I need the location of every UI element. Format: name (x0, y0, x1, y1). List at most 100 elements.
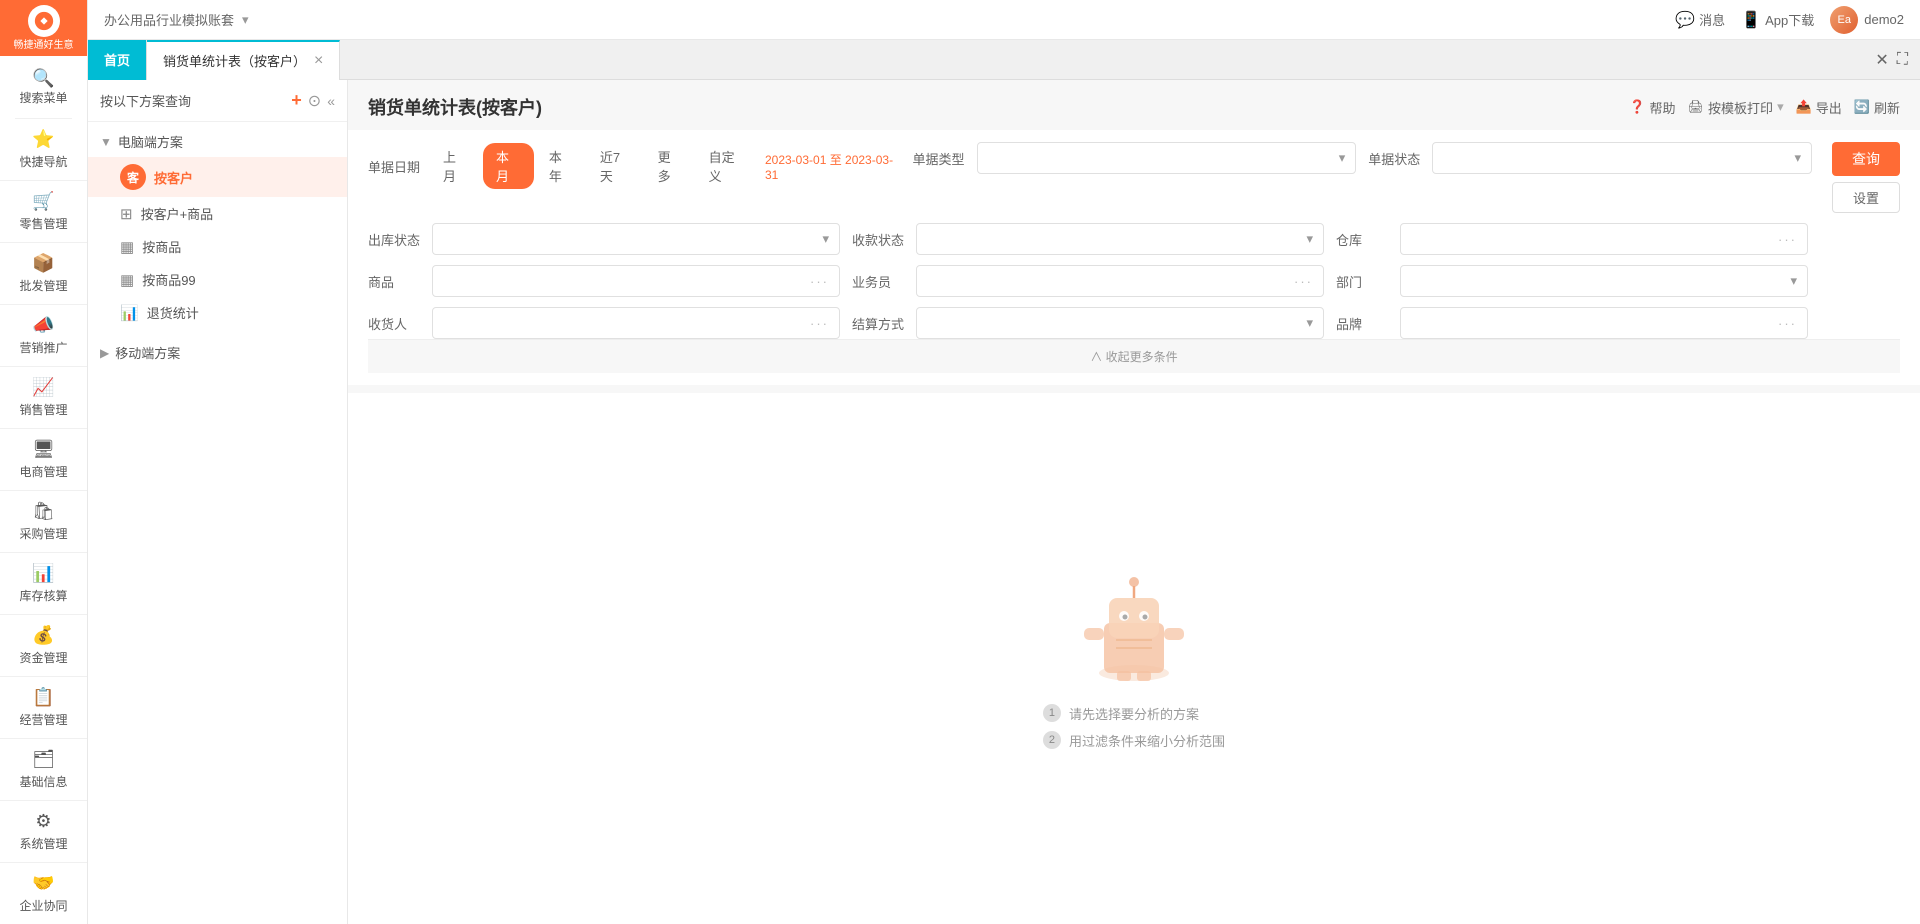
tab-close-all-icon[interactable]: ✕ (1875, 50, 1888, 70)
salesperson-label: 业务员 (852, 272, 908, 291)
doc-status-select[interactable]: ▾ (1432, 142, 1812, 174)
left-panel-header: 按以下方案查询 + ⊙ « (88, 80, 347, 122)
tip-1-number: 1 (1043, 704, 1061, 722)
salesperson-select[interactable]: ··· (916, 265, 1324, 297)
print-button[interactable]: 🖨 按模板打印 ▾ (1688, 98, 1784, 117)
date-btn-this-year[interactable]: 本年 (538, 142, 585, 190)
tab-sales-stat[interactable]: 销货单统计表（按客户） × (147, 40, 340, 80)
tip-2-number: 2 (1043, 731, 1061, 749)
help-button[interactable]: ❓ 帮助 (1629, 98, 1675, 117)
export-button[interactable]: 📤 导出 (1796, 98, 1842, 117)
filter-actions: 查询 设置 (1832, 142, 1900, 213)
date-range-display: 2023-03-01 至 2023-03-31 (765, 151, 901, 182)
tree-section-desktop: ▼ 电脑端方案 客 按客户 ⊞ 按客户+商品 ▦ 按商品 ▦ 按商品99 (88, 122, 347, 333)
settle-method-label: 结算方式 (852, 314, 908, 333)
print-icon: 🖨 (1688, 99, 1705, 115)
help-label: 帮助 (1650, 98, 1676, 117)
settle-method-select[interactable]: ▾ (916, 307, 1324, 339)
tree-group-mobile[interactable]: ▶ 移动端方案 (88, 337, 347, 368)
sidebar-item-basic[interactable]: 🗂 基础信息 (0, 739, 88, 801)
tab-close-icon[interactable]: × (314, 53, 323, 69)
dept-select[interactable]: ▾ (1400, 265, 1808, 297)
doc-type-arrow: ▾ (1339, 150, 1346, 166)
date-btn-custom[interactable]: 自定义 (698, 142, 757, 190)
collapse-label: 收起更多条件 (1106, 350, 1178, 364)
message-label: 消息 (1699, 10, 1725, 29)
doc-type-select[interactable]: ▾ (977, 142, 1357, 174)
query-button[interactable]: 查询 (1832, 142, 1900, 176)
tree-item-customer-goods[interactable]: ⊞ 按客户+商品 (88, 197, 347, 230)
receipt-status-select[interactable]: ▾ (916, 223, 1324, 255)
date-btn-7days[interactable]: 近7天 (589, 142, 643, 190)
content-area: 按以下方案查询 + ⊙ « ▼ 电脑端方案 客 按客户 ⊞ 按客户+商品 (88, 80, 1920, 924)
sidebar-item-marketing[interactable]: 📣 营销推广 (0, 305, 88, 367)
user-profile-button[interactable]: Ea demo2 (1830, 6, 1904, 34)
tree-item-customer-goods-icon: ⊞ (120, 205, 133, 223)
date-btn-this-month[interactable]: 本月 (483, 143, 534, 189)
left-panel-title: 按以下方案查询 (100, 91, 285, 110)
sidebar-item-inventory[interactable]: 📊 库存核算 (0, 553, 88, 615)
top-header: 办公用品行业模拟账套 ▾ 💬 消息 📱 App下载 Ea demo2 (88, 0, 1920, 40)
sidebar-item-system[interactable]: ⚙ 系统管理 (0, 801, 88, 863)
sidebar: 畅捷通好生意 🔍 搜索菜单 ⭐ 快捷导航 🛒 零售管理 📦 批发管理 📣 营销推… (0, 0, 88, 924)
receiver-select[interactable]: ··· (432, 307, 840, 339)
sidebar-item-corp[interactable]: 🤝 企业协同 (0, 863, 88, 924)
print-dropdown-icon: ▾ (1777, 99, 1784, 115)
tab-home[interactable]: 首页 (88, 40, 147, 80)
date-btn-last-month[interactable]: 上月 (432, 142, 479, 190)
sidebar-item-sales[interactable]: 📈 销售管理 (0, 367, 88, 429)
breadcrumb-dropdown-icon[interactable]: ▾ (242, 12, 249, 28)
tree-item-goods[interactable]: ▦ 按商品 (88, 230, 347, 263)
sidebar-item-retail[interactable]: 🛒 零售管理 (0, 181, 88, 243)
empty-tips: 1 请先选择要分析的方案 2 用过滤条件来缩小分析范围 (1043, 704, 1225, 750)
collapse-arrow: ∧ (1090, 350, 1102, 364)
goods-select[interactable]: ··· (432, 265, 840, 297)
dept-arrow: ▾ (1790, 273, 1797, 289)
user-name: demo2 (1864, 12, 1904, 27)
tree-group-desktop[interactable]: ▼ 电脑端方案 (88, 126, 347, 157)
message-button[interactable]: 💬 消息 (1675, 10, 1725, 30)
empty-illustration (1074, 568, 1194, 688)
warehouse-select[interactable]: ··· (1400, 223, 1808, 255)
sidebar-item-ecommerce[interactable]: 🖥 电商管理 (0, 429, 88, 491)
sidebar-item-search[interactable]: 🔍 搜索菜单 (15, 56, 71, 119)
refresh-button[interactable]: 🔄 刷新 (1854, 98, 1900, 117)
date-btn-more[interactable]: 更多 (647, 142, 694, 190)
collapse-panel-button[interactable]: « (327, 93, 335, 109)
settle-method-arrow: ▾ (1306, 315, 1313, 331)
sidebar-item-ops[interactable]: 📋 经营管理 (0, 677, 88, 739)
sidebar-item-purchase[interactable]: 🛍 采购管理 (0, 491, 88, 553)
tree-item-return-stat-label: 退货统计 (147, 303, 199, 322)
tree-item-return-stat[interactable]: 📊 退货统计 (88, 296, 347, 329)
receipt-status-label: 收款状态 (852, 230, 908, 249)
sidebar-item-wholesale[interactable]: 📦 批发管理 (0, 243, 88, 305)
settings-button[interactable]: 设置 (1832, 182, 1900, 213)
empty-state: 1 请先选择要分析的方案 2 用过滤条件来缩小分析范围 (348, 393, 1920, 924)
header-actions: 💬 消息 📱 App下载 Ea demo2 (1675, 6, 1904, 34)
collapse-bar[interactable]: ∧ 收起更多条件 (368, 339, 1900, 373)
add-scheme-button[interactable]: + (291, 90, 302, 111)
right-content: 销货单统计表(按客户) ❓ 帮助 🖨 按模板打印 ▾ 📤 导出 (348, 80, 1920, 924)
tree-item-customer[interactable]: 客 按客户 (88, 157, 347, 197)
tree-section-mobile: ▶ 移动端方案 (88, 333, 347, 372)
tree-item-goods99-label: 按商品99 (142, 270, 195, 289)
tree-item-goods99[interactable]: ▦ 按商品99 (88, 263, 347, 296)
tab-expand-icon[interactable]: ⛶ (1897, 51, 1908, 69)
sidebar-item-finance[interactable]: 💰 资金管理 (0, 615, 88, 677)
tree-item-customer-icon: 客 (120, 164, 146, 190)
sidebar-item-quicknav[interactable]: ⭐ 快捷导航 (0, 119, 88, 181)
page-header: 销货单统计表(按客户) ❓ 帮助 🖨 按模板打印 ▾ 📤 导出 (348, 80, 1920, 130)
out-status-select[interactable]: ▾ (432, 223, 840, 255)
warehouse-dots: ··· (1778, 232, 1797, 247)
out-status-label: 出库状态 (368, 230, 424, 249)
header-breadcrumb: 办公用品行业模拟账套 ▾ (104, 10, 249, 29)
settings-scheme-button[interactable]: ⊙ (308, 91, 321, 111)
print-label: 按模板打印 (1708, 98, 1773, 117)
tree-item-goods99-icon: ▦ (120, 271, 134, 289)
tab-home-label: 首页 (104, 50, 130, 69)
tree-item-return-stat-icon: 📊 (120, 304, 139, 322)
out-status-arrow: ▾ (822, 231, 829, 247)
brand-select[interactable]: ··· (1400, 307, 1808, 339)
receiver-dots: ··· (810, 316, 829, 331)
app-download-button[interactable]: 📱 App下载 (1741, 10, 1814, 30)
